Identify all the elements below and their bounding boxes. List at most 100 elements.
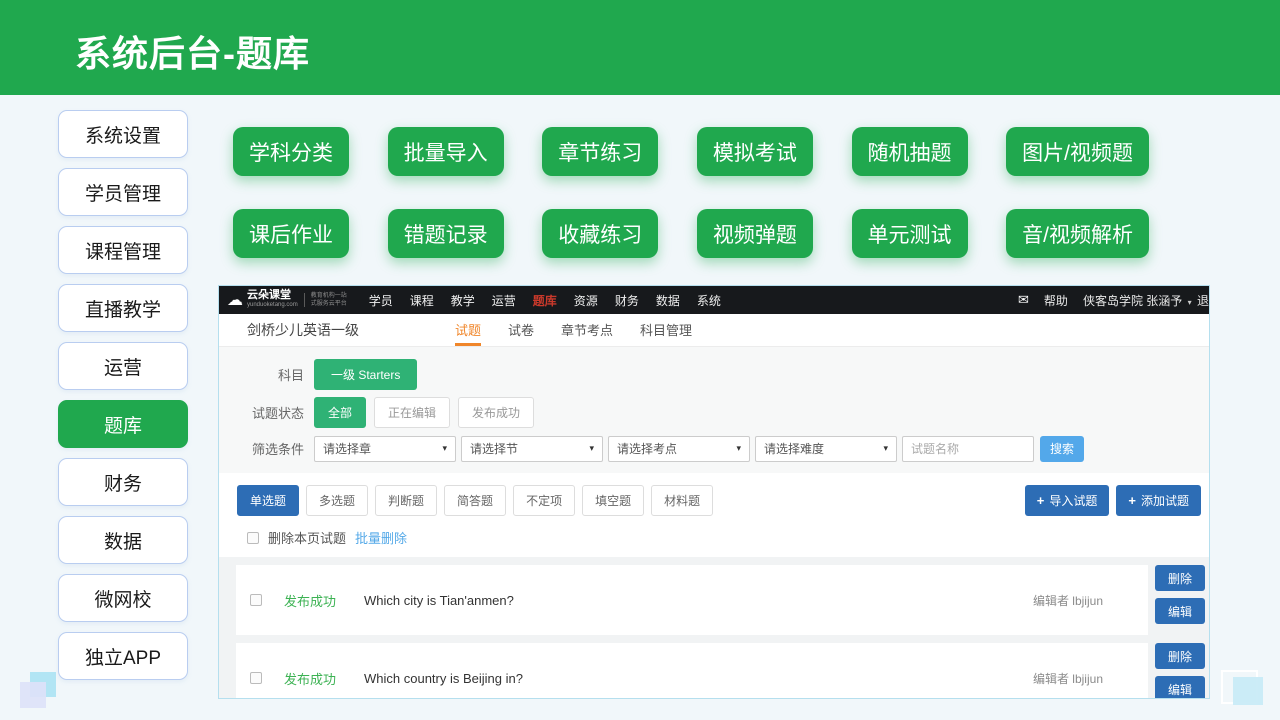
nav-item-students[interactable]: 学员 [369,292,393,309]
account-name[interactable]: 侠客岛学院 张涵予 [1083,294,1182,308]
feature-image-video-question-button[interactable]: 图片/视频题 [1006,127,1149,176]
sidebar-item-student-management[interactable]: 学员管理 [58,168,188,216]
sidebar-item-standalone-app[interactable]: 独立APP [58,632,188,680]
subject-tag-button[interactable]: 一级 Starters [314,359,417,390]
logo-name: 云朵课堂 [247,290,298,300]
nav-item-teaching[interactable]: 教学 [451,292,475,309]
dropdown-arrow-icon: ▾ [883,443,888,454]
nav-item-finance[interactable]: 财务 [615,292,639,309]
feature-wrong-question-record-button[interactable]: 错题记录 [388,209,504,258]
type-single-choice-button[interactable]: 单选题 [237,485,299,516]
page-title: 系统后台-题库 [0,0,1280,77]
status-filter-row: 试题状态 全部 正在编辑 发布成功 [219,397,1209,428]
type-indefinite-button[interactable]: 不定项 [513,485,575,516]
admin-screenshot-panel: ☁ 云朵课堂 yunduoketang.com 教育机构一站 式服务云平台 学员… [218,285,1210,699]
chapter-select[interactable]: 请选择章 ▾ [314,436,456,462]
logo: ☁ 云朵课堂 yunduoketang.com 教育机构一站 式服务云平台 [227,290,347,310]
mail-icon[interactable]: ✉ [1018,292,1029,308]
feature-unit-test-button[interactable]: 单元测试 [852,209,968,258]
delete-question-button[interactable]: 删除 [1155,643,1205,669]
status-editing-button[interactable]: 正在编辑 [374,397,450,428]
type-multi-choice-button[interactable]: 多选题 [306,485,368,516]
question-checkbox[interactable] [250,594,262,606]
admin-nav-items: 学员 课程 教学 运营 题库 资源 财务 数据 系统 [369,292,721,309]
chevron-down-icon: ▾ [1188,298,1192,307]
question-card: 发布成功 Which city is Tian'anmen? 编辑者 lbjij… [236,565,1148,635]
sidebar-item-live-teaching[interactable]: 直播教学 [58,284,188,332]
point-select[interactable]: 请选择考点 ▾ [608,436,750,462]
decor-square-bottom-left-lavender [20,682,46,708]
chapter-select-value: 请选择章 [323,440,371,457]
tab-subject-management[interactable]: 科目管理 [640,314,692,346]
tab-papers[interactable]: 试卷 [508,314,534,346]
nav-item-data[interactable]: 数据 [656,292,680,309]
sidebar-item-operations[interactable]: 运营 [58,342,188,390]
type-true-false-button[interactable]: 判断题 [375,485,437,516]
sidebar-item-question-bank[interactable]: 题库 [58,400,188,448]
cloud-logo-icon: ☁ [227,290,243,310]
question-editor: 编辑者 lbjijun [1033,592,1103,609]
section-select-value: 请选择节 [470,440,518,457]
subject-label: 科目 [219,365,304,384]
nav-item-operations[interactable]: 运营 [492,292,516,309]
add-question-button[interactable]: + 添加试题 [1116,485,1201,516]
question-name-input[interactable] [902,436,1034,462]
status-label: 试题状态 [219,403,304,422]
feature-video-popup-question-button[interactable]: 视频弹题 [697,209,813,258]
feature-homework-button[interactable]: 课后作业 [233,209,349,258]
question-list: 发布成功 Which city is Tian'anmen? 编辑者 lbjij… [219,557,1209,699]
edit-question-button[interactable]: 编辑 [1155,598,1205,624]
tab-chapter-points[interactable]: 章节考点 [561,314,613,346]
admin-navbar: ☁ 云朵课堂 yunduoketang.com 教育机构一站 式服务云平台 学员… [219,286,1209,314]
nav-item-resources[interactable]: 资源 [574,292,598,309]
search-button[interactable]: 搜索 [1040,436,1084,462]
logout-link[interactable]: 退出 [1197,294,1210,308]
type-material-button[interactable]: 材料题 [651,485,713,516]
section-select[interactable]: 请选择节 ▾ [461,436,603,462]
edit-question-button[interactable]: 编辑 [1155,676,1205,699]
point-select-value: 请选择考点 [617,440,677,457]
top-banner: 系统后台-题库 [0,0,1280,95]
sidebar-item-finance[interactable]: 财务 [58,458,188,506]
import-questions-button[interactable]: + 导入试题 [1025,485,1110,516]
feature-av-analysis-button[interactable]: 音/视频解析 [1006,209,1149,258]
add-question-label: 添加试题 [1141,492,1189,509]
feature-batch-import-button[interactable]: 批量导入 [388,127,504,176]
nav-item-courses[interactable]: 课程 [410,292,434,309]
status-all-button[interactable]: 全部 [314,397,366,428]
question-row: 发布成功 Which country is Beijing in? 编辑者 lb… [236,643,1205,699]
help-link[interactable]: 帮助 [1044,292,1068,309]
decor-square-bottom-right-cyan [1233,677,1263,705]
difficulty-select-value: 请选择难度 [764,440,824,457]
bulk-delete-link[interactable]: 批量删除 [355,528,407,547]
dropdown-arrow-icon: ▾ [442,443,447,454]
sidebar-item-data[interactable]: 数据 [58,516,188,564]
question-checkbox[interactable] [250,672,262,684]
admin-nav-right: ✉ 帮助 侠客岛学院 张涵予 ▾ 退出 [1018,292,1210,309]
feature-random-question-button[interactable]: 随机抽题 [852,127,968,176]
plus-icon: + [1128,493,1136,508]
filter-section: 科目 一级 Starters 试题状态 全部 正在编辑 发布成功 筛选条件 请选… [219,347,1209,473]
status-published-button[interactable]: 发布成功 [458,397,534,428]
nav-item-system[interactable]: 系统 [697,292,721,309]
plus-icon: + [1037,493,1045,508]
feature-mock-exam-button[interactable]: 模拟考试 [697,127,813,176]
dropdown-arrow-icon: ▾ [589,443,594,454]
sidebar-item-course-management[interactable]: 课程管理 [58,226,188,274]
type-fill-blank-button[interactable]: 填空题 [582,485,644,516]
select-all-checkbox[interactable] [247,532,259,544]
feature-favorite-practice-button[interactable]: 收藏练习 [542,209,658,258]
difficulty-select[interactable]: 请选择难度 ▾ [755,436,897,462]
nav-item-question-bank[interactable]: 题库 [533,292,557,309]
breadcrumb: 剑桥少儿英语一级 [247,320,377,340]
feature-subject-category-button[interactable]: 学科分类 [233,127,349,176]
sidebar-item-micro-school[interactable]: 微网校 [58,574,188,622]
sidebar-item-system-settings[interactable]: 系统设置 [58,110,188,158]
delete-question-button[interactable]: 删除 [1155,565,1205,591]
question-card: 发布成功 Which country is Beijing in? 编辑者 lb… [236,643,1148,699]
condition-label: 筛选条件 [219,439,304,458]
type-short-answer-button[interactable]: 简答题 [444,485,506,516]
tab-questions[interactable]: 试题 [455,314,481,346]
question-row: 发布成功 Which city is Tian'anmen? 编辑者 lbjij… [236,565,1205,635]
feature-chapter-practice-button[interactable]: 章节练习 [542,127,658,176]
